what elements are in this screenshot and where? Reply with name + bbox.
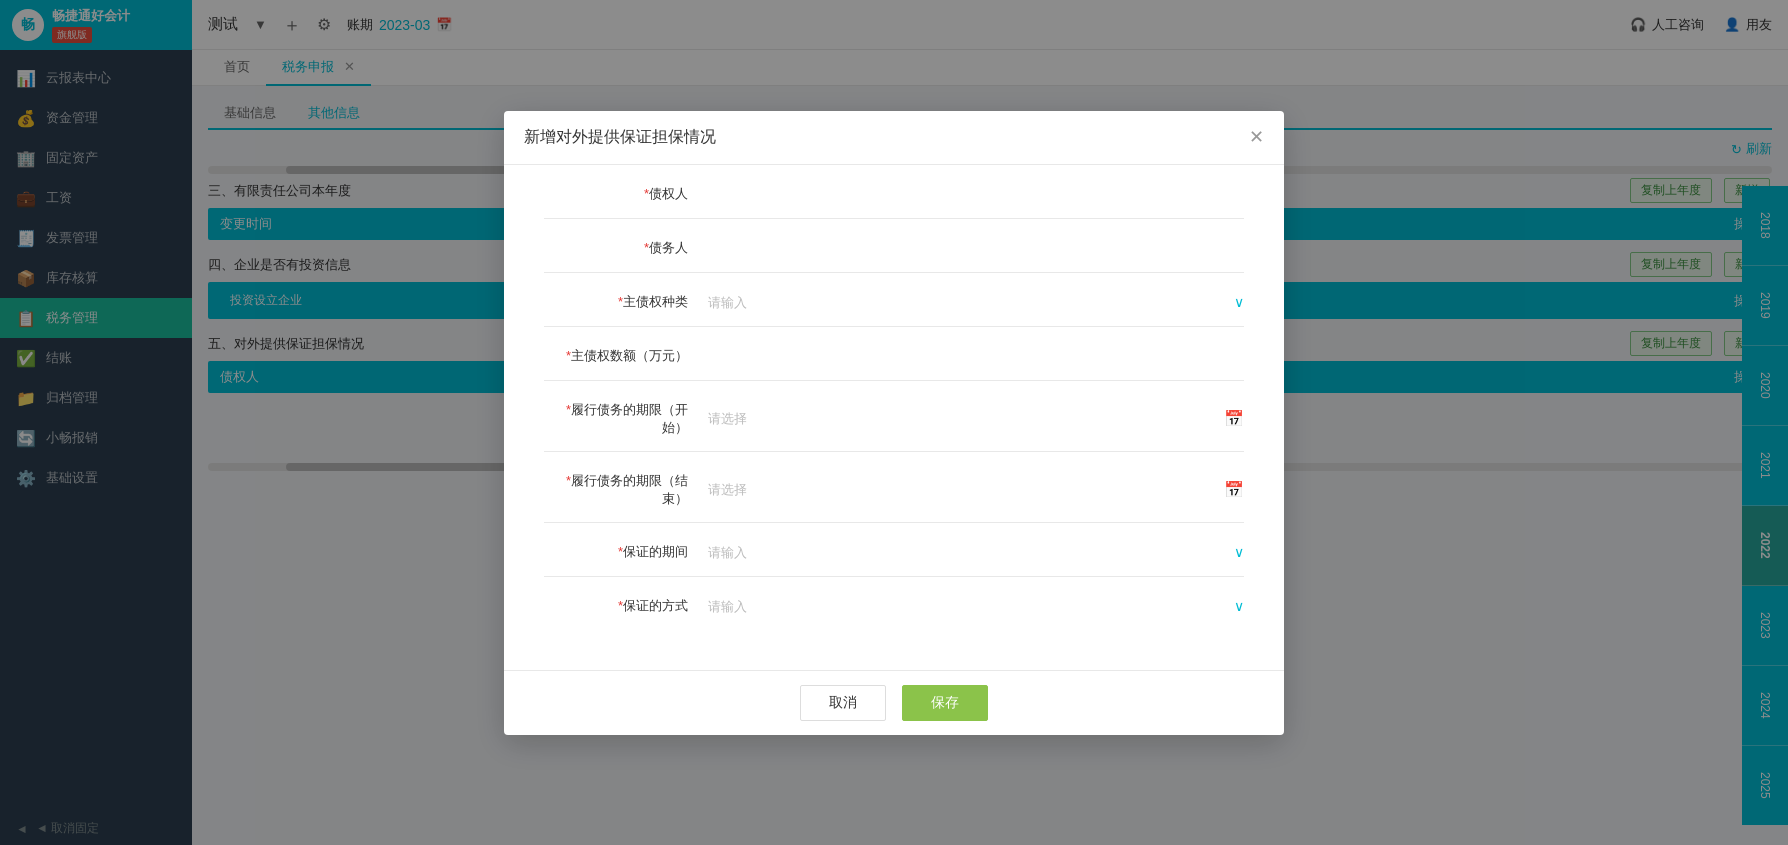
period-end-input[interactable] — [704, 480, 1224, 499]
debt-type-arrow-icon[interactable]: ∨ — [1234, 294, 1244, 310]
period-start-label: *履行债务的期限（开始） — [544, 401, 704, 437]
creditor-input[interactable] — [704, 185, 1244, 204]
creditor-input-wrap — [704, 185, 1244, 204]
dialog-body: *债权人 *债务人 *主债权种类 — [504, 165, 1284, 670]
debt-type-input[interactable] — [704, 293, 1234, 312]
period-end-calendar-icon[interactable]: 📅 — [1224, 480, 1244, 499]
dialog-close-icon[interactable]: ✕ — [1249, 128, 1264, 146]
debtor-label: *债务人 — [544, 239, 704, 257]
form-row-period-end: *履行债务的期限（结束） 📅 — [544, 472, 1244, 523]
debtor-input-wrap — [704, 239, 1244, 258]
form-row-period-start: *履行债务的期限（开始） 📅 — [544, 401, 1244, 452]
period-end-label: *履行债务的期限（结束） — [544, 472, 704, 508]
dialog-overlay: 新增对外提供保证担保情况 ✕ *债权人 *债务人 — [0, 0, 1788, 845]
period-start-input[interactable] — [704, 409, 1224, 428]
debt-amount-input[interactable] — [704, 347, 1244, 366]
form-row-debt-amount: *主债权数额（万元） — [544, 347, 1244, 381]
dialog-title: 新增对外提供保证担保情况 — [524, 127, 716, 148]
debt-amount-wrap — [704, 347, 1244, 366]
dialog-footer: 取消 保存 — [504, 670, 1284, 735]
guarantee-method-arrow-icon[interactable]: ∨ — [1234, 598, 1244, 614]
guarantee-period-arrow-icon[interactable]: ∨ — [1234, 544, 1244, 560]
form-row-guarantee-period: *保证的期间 ∨ — [544, 543, 1244, 577]
debt-type-label: *主债权种类 — [544, 293, 704, 311]
debt-amount-label: *主债权数额（万元） — [544, 347, 704, 365]
form-row-creditor: *债权人 — [544, 185, 1244, 219]
form-row-debtor: *债务人 — [544, 239, 1244, 273]
form-row-guarantee-method: *保证的方式 ∨ — [544, 597, 1244, 630]
dialog-header: 新增对外提供保证担保情况 ✕ — [504, 111, 1284, 165]
period-start-wrap: 📅 — [704, 409, 1244, 428]
guarantee-method-input[interactable] — [704, 597, 1234, 616]
form-row-debt-type: *主债权种类 ∨ — [544, 293, 1244, 327]
guarantee-method-wrap: ∨ — [704, 597, 1244, 616]
period-start-calendar-icon[interactable]: 📅 — [1224, 409, 1244, 428]
guarantee-period-wrap: ∨ — [704, 543, 1244, 562]
save-button[interactable]: 保存 — [902, 685, 988, 721]
cancel-button[interactable]: 取消 — [800, 685, 886, 721]
creditor-label: *债权人 — [544, 185, 704, 203]
guarantee-method-label: *保证的方式 — [544, 597, 704, 615]
dialog: 新增对外提供保证担保情况 ✕ *债权人 *债务人 — [504, 111, 1284, 735]
guarantee-period-input[interactable] — [704, 543, 1234, 562]
debtor-input[interactable] — [704, 239, 1244, 258]
period-end-wrap: 📅 — [704, 480, 1244, 499]
guarantee-period-label: *保证的期间 — [544, 543, 704, 561]
debt-type-wrap: ∨ — [704, 293, 1244, 312]
